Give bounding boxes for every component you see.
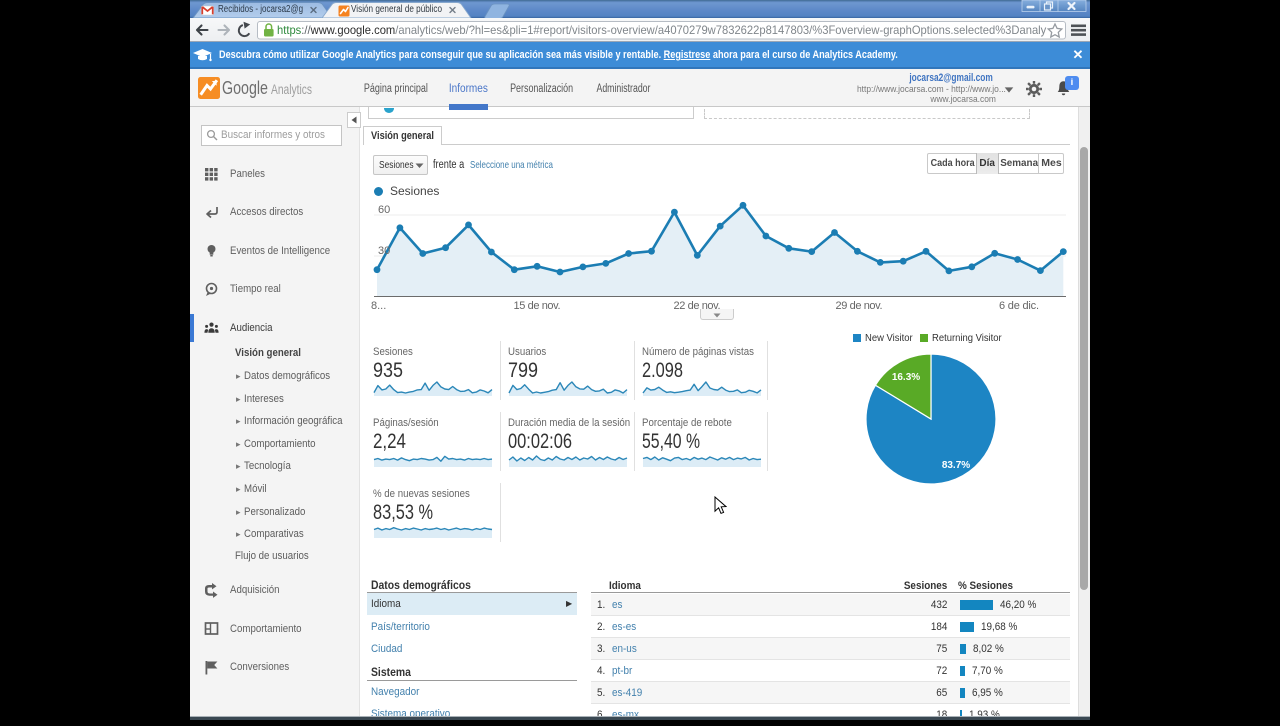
svg-text:15 de nov.: 15 de nov.: [514, 300, 561, 312]
svg-text:29 de nov.: 29 de nov.: [836, 300, 883, 312]
svg-text:60: 60: [378, 204, 390, 216]
svg-text:6 de dic.: 6 de dic.: [999, 300, 1039, 312]
svg-text:83.7%: 83.7%: [942, 460, 970, 471]
svg-text:8...: 8...: [371, 300, 386, 312]
svg-text:30: 30: [378, 245, 390, 257]
svg-text:16.3%: 16.3%: [892, 372, 920, 383]
